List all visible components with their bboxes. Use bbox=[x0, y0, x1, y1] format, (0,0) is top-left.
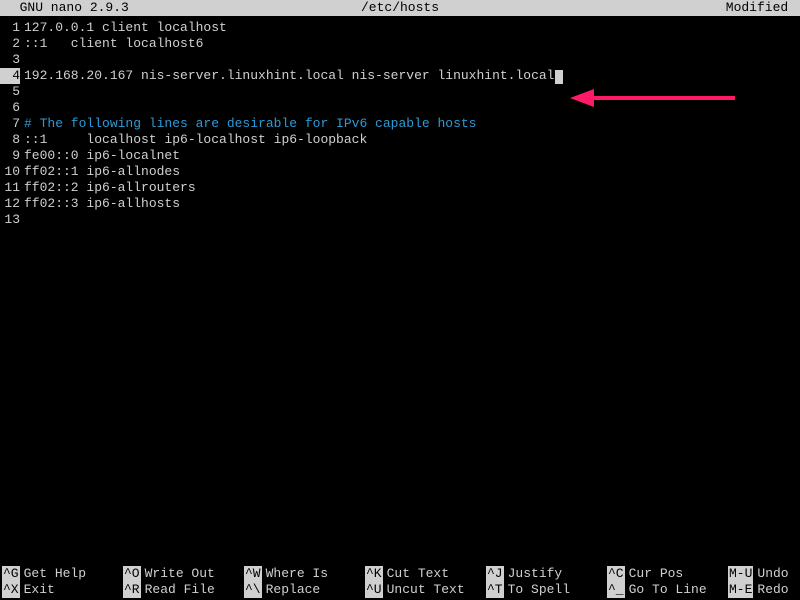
editor-line[interactable]: 8::1 localhost ip6-localhost ip6-loopbac… bbox=[0, 132, 800, 148]
shortcut-item: ^GGet Help bbox=[2, 566, 123, 582]
line-number: 8 bbox=[0, 132, 20, 148]
line-number: 6 bbox=[0, 100, 20, 116]
shortcut-item: ^OWrite Out bbox=[123, 566, 244, 582]
shortcut-key: ^C bbox=[607, 566, 625, 582]
shortcut-key: ^R bbox=[123, 582, 141, 598]
line-content[interactable]: ::1 localhost ip6-localhost ip6-loopback bbox=[24, 132, 800, 148]
shortcut-key: ^X bbox=[2, 582, 20, 598]
editor-line[interactable]: 3 bbox=[0, 52, 800, 68]
line-content[interactable]: 192.168.20.167 nis-server.linuxhint.loca… bbox=[24, 68, 800, 84]
shortcut-label: Replace bbox=[266, 582, 321, 598]
shortcut-label: Get Help bbox=[24, 566, 86, 582]
line-number: 12 bbox=[0, 196, 20, 212]
editor-line[interactable]: 10ff02::1 ip6-allnodes bbox=[0, 164, 800, 180]
editor-line[interactable]: 12ff02::3 ip6-allhosts bbox=[0, 196, 800, 212]
line-content[interactable] bbox=[24, 212, 800, 228]
shortcut-key: ^_ bbox=[607, 582, 625, 598]
shortcut-label: Write Out bbox=[145, 566, 215, 582]
shortcut-key: ^G bbox=[2, 566, 20, 582]
editor-line[interactable]: 2::1 client localhost6 bbox=[0, 36, 800, 52]
line-content[interactable]: ff02::1 ip6-allnodes bbox=[24, 164, 800, 180]
line-number: 10 bbox=[0, 164, 20, 180]
shortcut-label: Undo bbox=[757, 566, 788, 582]
line-number: 4 bbox=[0, 68, 20, 84]
shortcut-item: M-ERedo bbox=[728, 582, 798, 598]
shortcut-item: ^\Replace bbox=[244, 582, 365, 598]
line-content[interactable]: # The following lines are desirable for … bbox=[24, 116, 800, 132]
shortcut-key: M-E bbox=[728, 582, 753, 598]
line-number: 2 bbox=[0, 36, 20, 52]
line-content[interactable] bbox=[24, 52, 800, 68]
shortcut-key: M-U bbox=[728, 566, 753, 582]
editor-line[interactable]: 7# The following lines are desirable for… bbox=[0, 116, 800, 132]
line-number: 9 bbox=[0, 148, 20, 164]
file-path: /etc/hosts bbox=[0, 0, 800, 16]
shortcut-bar: ^GGet Help^OWrite Out^WWhere Is^KCut Tex… bbox=[0, 566, 800, 600]
shortcut-key: ^J bbox=[486, 566, 504, 582]
editor-line[interactable]: 4192.168.20.167 nis-server.linuxhint.loc… bbox=[0, 68, 800, 84]
shortcut-label: Cur Pos bbox=[629, 566, 684, 582]
line-content[interactable]: 127.0.0.1 client localhost bbox=[24, 20, 800, 36]
shortcut-key: ^U bbox=[365, 582, 383, 598]
editor-line[interactable]: 5 bbox=[0, 84, 800, 100]
line-number: 7 bbox=[0, 116, 20, 132]
line-content[interactable]: fe00::0 ip6-localnet bbox=[24, 148, 800, 164]
shortcut-label: Cut Text bbox=[387, 566, 449, 582]
text-cursor bbox=[555, 70, 563, 84]
line-content[interactable] bbox=[24, 100, 800, 116]
shortcut-item: ^JJustify bbox=[486, 566, 607, 582]
shortcut-key: ^O bbox=[123, 566, 141, 582]
line-number: 3 bbox=[0, 52, 20, 68]
editor-area[interactable]: 1127.0.0.1 client localhost2::1 client l… bbox=[0, 16, 800, 228]
shortcut-item: M-UUndo bbox=[728, 566, 798, 582]
line-content[interactable] bbox=[24, 84, 800, 100]
shortcut-item: ^RRead File bbox=[123, 582, 244, 598]
shortcut-key: ^T bbox=[486, 582, 504, 598]
shortcut-key: ^K bbox=[365, 566, 383, 582]
editor-line[interactable]: 9fe00::0 ip6-localnet bbox=[0, 148, 800, 164]
shortcut-item: ^KCut Text bbox=[365, 566, 486, 582]
line-content[interactable]: ff02::2 ip6-allrouters bbox=[24, 180, 800, 196]
shortcut-label: Go To Line bbox=[629, 582, 707, 598]
shortcut-item: ^WWhere Is bbox=[244, 566, 365, 582]
editor-line[interactable]: 6 bbox=[0, 100, 800, 116]
shortcut-label: Redo bbox=[757, 582, 788, 598]
editor-line[interactable]: 1127.0.0.1 client localhost bbox=[0, 20, 800, 36]
line-content[interactable]: ff02::3 ip6-allhosts bbox=[24, 196, 800, 212]
line-number: 11 bbox=[0, 180, 20, 196]
shortcut-key: ^\ bbox=[244, 582, 262, 598]
shortcut-label: Read File bbox=[145, 582, 215, 598]
titlebar: GNU nano 2.9.3 /etc/hosts Modified bbox=[0, 0, 800, 16]
shortcut-item: ^XExit bbox=[2, 582, 123, 598]
editor-line[interactable]: 11ff02::2 ip6-allrouters bbox=[0, 180, 800, 196]
shortcut-label: Exit bbox=[24, 582, 55, 598]
shortcut-item: ^_Go To Line bbox=[607, 582, 728, 598]
shortcut-label: Where Is bbox=[266, 566, 328, 582]
shortcut-label: To Spell bbox=[508, 582, 570, 598]
line-number: 1 bbox=[0, 20, 20, 36]
shortcut-label: Justify bbox=[508, 566, 563, 582]
shortcut-item: ^UUncut Text bbox=[365, 582, 486, 598]
shortcut-label: Uncut Text bbox=[387, 582, 465, 598]
line-content[interactable]: ::1 client localhost6 bbox=[24, 36, 800, 52]
shortcut-item: ^CCur Pos bbox=[607, 566, 728, 582]
line-number: 5 bbox=[0, 84, 20, 100]
shortcut-item: ^TTo Spell bbox=[486, 582, 607, 598]
line-number: 13 bbox=[0, 212, 20, 228]
editor-line[interactable]: 13 bbox=[0, 212, 800, 228]
shortcut-key: ^W bbox=[244, 566, 262, 582]
